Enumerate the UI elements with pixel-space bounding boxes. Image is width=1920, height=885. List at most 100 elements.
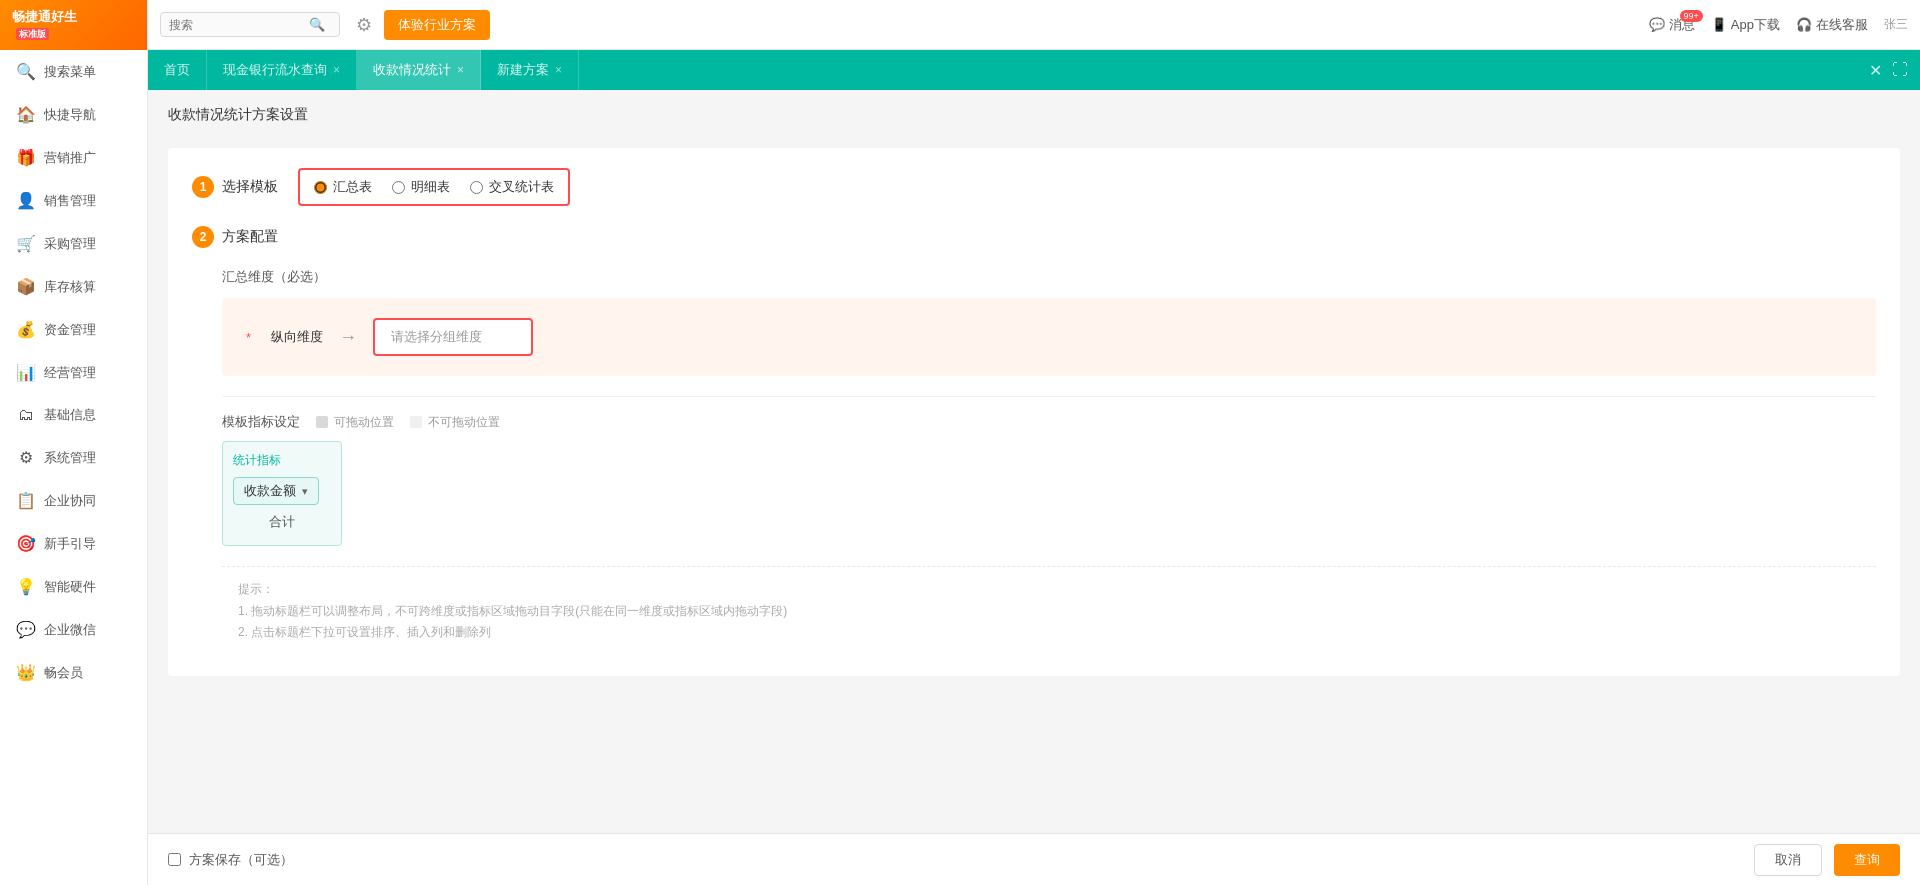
sidebar-item-hardware[interactable]: 💡 智能硬件 [0, 565, 147, 608]
settings-icon[interactable]: ⚙ [356, 14, 372, 36]
tips-section: 提示： 1. 拖动标题栏可以调整布局，不可跨维度或指标区域拖动目字段(只能在同一… [222, 566, 1876, 656]
sidebar-item-member[interactable]: 👑 畅会员 [0, 651, 147, 694]
step2-circle: 2 [192, 226, 214, 248]
radio-detail-input[interactable] [392, 181, 405, 194]
sidebar-item-purchase[interactable]: 🛒 采购管理 [0, 222, 147, 265]
trial-button[interactable]: 体验行业方案 [384, 10, 490, 40]
radio-summary[interactable]: 汇总表 [314, 178, 372, 196]
chat-icon: 💬 [16, 620, 36, 639]
cart-icon: 🛒 [16, 234, 36, 253]
draggable-label: 可拖动位置 [334, 414, 394, 431]
tab-cashflow[interactable]: 现金银行流水查询 × [207, 50, 357, 90]
radio-summary-input[interactable] [314, 181, 327, 194]
metrics-tag-amount[interactable]: 收款金额 ▾ [233, 477, 319, 505]
tabbar-actions: ✕ ⛶ [1857, 50, 1920, 90]
bottom-actions: 取消 查询 [1754, 844, 1900, 876]
radio-cross-input[interactable] [470, 181, 483, 194]
tabbar: 首页 现金银行流水查询 × 收款情况统计 × 新建方案 × ✕ ⛶ [148, 50, 1920, 90]
save-label: 方案保存（可选） [189, 851, 293, 869]
sidebar-item-label: 经营管理 [44, 364, 96, 382]
sidebar-item-marketing[interactable]: 🎁 营销推广 [0, 136, 147, 179]
tip1-text: 1. 拖动标题栏可以调整布局，不可跨维度或指标区域拖动目字段(只能在同一维度或指… [238, 601, 1860, 623]
radio-detail[interactable]: 明细表 [392, 178, 450, 196]
sidebar-item-quicknav[interactable]: 🏠 快捷导航 [0, 93, 147, 136]
maximize-icon[interactable]: ⛶ [1892, 61, 1908, 79]
tag-arrow-icon: ▾ [302, 485, 308, 498]
nodrag-dot [410, 416, 422, 428]
service-label: 在线客服 [1816, 16, 1868, 34]
sidebar-item-search[interactable]: 🔍 搜索菜单 [0, 50, 147, 93]
sidebar-item-label: 新手引导 [44, 535, 96, 553]
metrics-section: 模板指标设定 可拖动位置 不可拖动位置 统计指标 收款金额 [222, 396, 1876, 546]
step1-label: 选择模板 [222, 178, 278, 196]
radio-summary-label: 汇总表 [333, 178, 372, 196]
dimension-row: * 纵向维度 → 请选择分组维度 [246, 318, 1852, 356]
cancel-button[interactable]: 取消 [1754, 844, 1822, 876]
tab-newplan[interactable]: 新建方案 × [481, 50, 579, 90]
message-icon: 💬 [1649, 17, 1665, 32]
tab-newplan-label: 新建方案 [497, 61, 549, 79]
radio-cross[interactable]: 交叉统计表 [470, 178, 554, 196]
sidebar-item-label: 搜索菜单 [44, 63, 96, 81]
bottom-bar: 方案保存（可选） 取消 查询 [148, 833, 1920, 885]
sidebar-item-inventory[interactable]: 📦 库存核算 [0, 265, 147, 308]
sidebar-item-sales[interactable]: 👤 销售管理 [0, 179, 147, 222]
page-title: 收款情况统计方案设置 [168, 106, 1900, 132]
sidebar-item-label: 采购管理 [44, 235, 96, 253]
sidebar-item-collab[interactable]: 📋 企业协同 [0, 479, 147, 522]
sidebar-item-label: 快捷导航 [44, 106, 96, 124]
logo-text: 畅捷通好生 [12, 9, 77, 25]
notification-bell[interactable]: 💬 消息 99+ [1649, 16, 1695, 34]
sidebar-item-finance[interactable]: 💰 资金管理 [0, 308, 147, 351]
logo-badge: 标准版 [16, 28, 49, 40]
app-download[interactable]: 📱 App下载 [1711, 16, 1780, 34]
box-icon: 📦 [16, 277, 36, 296]
required-mark: * [246, 330, 251, 345]
sidebar-item-system[interactable]: ⚙ 系统管理 [0, 436, 147, 479]
collab-icon: 📋 [16, 491, 36, 510]
search-bar[interactable]: 🔍 [160, 12, 340, 37]
step1-row: 1 选择模板 汇总表 明细表 交叉统计表 [192, 168, 1876, 206]
tab-cashflow-close[interactable]: × [333, 63, 340, 77]
sidebar-menu: 🔍 搜索菜单 🏠 快捷导航 🎁 营销推广 👤 销售管理 🛒 采购管理 📦 库存核… [0, 50, 147, 885]
arrow-icon: → [339, 327, 357, 348]
sidebar-item-label: 企业协同 [44, 492, 96, 510]
query-button[interactable]: 查询 [1834, 844, 1900, 876]
search-input[interactable] [169, 18, 309, 32]
gift-icon: 🎁 [16, 148, 36, 167]
notification-count: 99+ [1680, 10, 1703, 22]
sidebar-item-label: 营销推广 [44, 149, 96, 167]
tab-newplan-close[interactable]: × [555, 63, 562, 77]
chart-icon: 📊 [16, 363, 36, 382]
metrics-tag-area: 统计指标 收款金额 ▾ 合计 [222, 441, 342, 546]
folder-icon: 🗂 [16, 406, 36, 424]
metrics-category-label: 统计指标 [233, 452, 331, 469]
save-checkbox[interactable] [168, 853, 181, 866]
sidebar-item-basicinfo[interactable]: 🗂 基础信息 [0, 394, 147, 436]
tab-receipt[interactable]: 收款情况统计 × [357, 50, 481, 90]
user-name: 张三 [1884, 16, 1908, 33]
tab-receipt-close[interactable]: × [457, 63, 464, 77]
money-icon: 💰 [16, 320, 36, 339]
sidebar-item-guide[interactable]: 🎯 新手引导 [0, 522, 147, 565]
metrics-subtag: 合计 [233, 509, 331, 535]
search-icon: 🔍 [309, 17, 325, 32]
step2-label: 方案配置 [222, 228, 278, 246]
sidebar-item-operations[interactable]: 📊 经营管理 [0, 351, 147, 394]
dim-select[interactable]: 请选择分组维度 [373, 318, 533, 356]
home-icon: 🏠 [16, 105, 36, 124]
online-service[interactable]: 🎧 在线客服 [1796, 16, 1868, 34]
close-window-icon[interactable]: ✕ [1869, 61, 1882, 80]
dimension-area: * 纵向维度 → 请选择分组维度 [222, 298, 1876, 376]
content-area: 收款情况统计方案设置 1 选择模板 汇总表 明细表 [148, 90, 1920, 833]
tab-home[interactable]: 首页 [148, 50, 207, 90]
step2-header-row: 2 方案配置 [192, 226, 1876, 248]
nodrag-label: 不可拖动位置 [428, 414, 500, 431]
dimension-title: 汇总维度（必选） [222, 268, 1876, 286]
save-option[interactable]: 方案保存（可选） [168, 851, 293, 869]
sidebar-item-weixin[interactable]: 💬 企业微信 [0, 608, 147, 651]
main-card: 1 选择模板 汇总表 明细表 交叉统计表 [168, 148, 1900, 676]
sidebar-item-label: 库存核算 [44, 278, 96, 296]
sidebar-item-label: 企业微信 [44, 621, 96, 639]
sidebar-item-label: 资金管理 [44, 321, 96, 339]
